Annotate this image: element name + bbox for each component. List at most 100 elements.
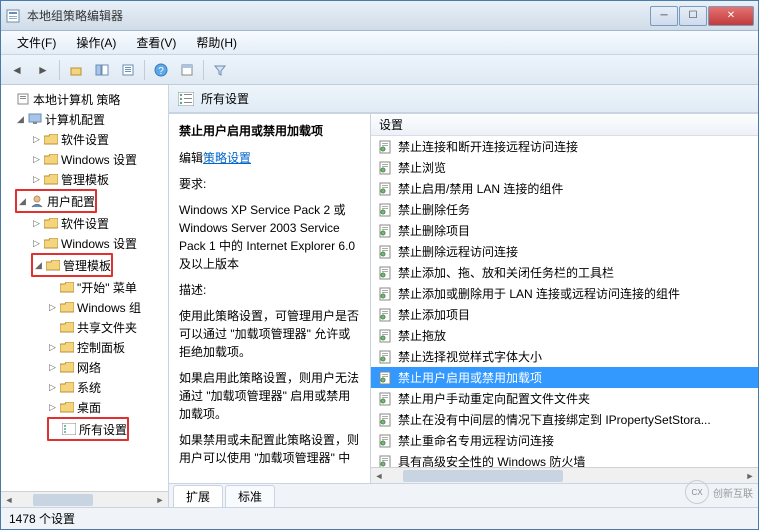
list-item[interactable]: 禁止重命名专用远程访问连接 xyxy=(371,430,758,451)
list-item-label: 禁止拖放 xyxy=(398,327,446,344)
help-button[interactable]: ? xyxy=(149,58,173,82)
toolbar: ◄ ► ? xyxy=(1,55,758,85)
policy-setting-icon xyxy=(377,182,393,196)
tree-desktop[interactable]: ▷ 桌面 xyxy=(1,397,168,417)
folder-icon xyxy=(43,131,59,147)
list-item-label: 禁止删除任务 xyxy=(398,201,470,218)
list-item[interactable]: 禁止删除项目 xyxy=(371,220,758,241)
minimize-button[interactable]: ─ xyxy=(650,6,678,26)
scroll-right-button[interactable]: ► xyxy=(742,471,758,481)
policy-setting-icon xyxy=(377,308,393,322)
tree-user-config[interactable]: ◢ 用户配置 xyxy=(17,191,95,211)
export-list-button[interactable] xyxy=(116,58,140,82)
app-icon xyxy=(5,8,21,24)
watermark: CX 创新互联 xyxy=(685,480,753,504)
tree-start-menu[interactable]: "开始" 菜单 xyxy=(1,277,168,297)
tree-label: 管理模板 xyxy=(63,257,111,274)
folder-icon xyxy=(59,319,75,335)
expand-arrow-icon: ▷ xyxy=(33,154,43,165)
tree-shared-folders[interactable]: 共享文件夹 xyxy=(1,317,168,337)
expand-arrow-icon: ▷ xyxy=(49,362,59,373)
list-item[interactable]: 禁止浏览 xyxy=(371,157,758,178)
filter-button[interactable] xyxy=(208,58,232,82)
tree-label: 软件设置 xyxy=(61,131,109,148)
policy-setting-icon xyxy=(377,161,393,175)
policy-icon xyxy=(15,91,31,107)
list-item[interactable]: 禁止选择视觉样式字体大小 xyxy=(371,346,758,367)
tree-all-settings[interactable]: 所有设置 xyxy=(49,419,127,439)
list-item[interactable]: 禁止添加或删除用于 LAN 连接或远程访问连接的组件 xyxy=(371,283,758,304)
tree-admin-templates-user[interactable]: ◢ 管理模板 xyxy=(33,255,111,275)
tree-label: 计算机配置 xyxy=(45,111,105,128)
folder-icon xyxy=(43,171,59,187)
list-item[interactable]: 禁止用户手动重定向配置文件文件夹 xyxy=(371,388,758,409)
list-item[interactable]: 具有高级安全性的 Windows 防火墙 xyxy=(371,451,758,467)
scrollbar-thumb[interactable] xyxy=(403,470,563,482)
list-item[interactable]: 禁止添加项目 xyxy=(371,304,758,325)
description-text: 使用此策略设置，可管理用户是否可以通过 "加载项管理器" 允许或拒绝加载项。 xyxy=(179,307,360,361)
tree-network[interactable]: ▷ 网络 xyxy=(1,357,168,377)
forward-button[interactable]: ► xyxy=(31,58,55,82)
tab-strip: 扩展 标准 xyxy=(169,483,758,507)
menu-view[interactable]: 查看(V) xyxy=(126,32,186,53)
tree-windows-settings-user[interactable]: ▷ Windows 设置 xyxy=(1,233,168,253)
policy-setting-icon xyxy=(377,140,393,154)
up-button[interactable] xyxy=(64,58,88,82)
menu-file[interactable]: 文件(F) xyxy=(7,32,66,53)
tree-root[interactable]: 本地计算机 策略 xyxy=(1,89,168,109)
tree-computer-config[interactable]: ◢ 计算机配置 xyxy=(1,109,168,129)
toolbar-separator xyxy=(59,60,60,80)
tree-label: 控制面板 xyxy=(77,339,125,356)
tree-label: Windows 设置 xyxy=(61,235,137,252)
tree-software-settings-user[interactable]: ▷ 软件设置 xyxy=(1,213,168,233)
list-column-header[interactable]: 设置 xyxy=(371,114,758,136)
properties-button[interactable] xyxy=(175,58,199,82)
list-item[interactable]: 禁止删除任务 xyxy=(371,199,758,220)
close-button[interactable]: ✕ xyxy=(708,6,754,26)
tree-system[interactable]: ▷ 系统 xyxy=(1,377,168,397)
scroll-right-button[interactable]: ► xyxy=(152,495,168,505)
user-icon xyxy=(29,193,45,209)
detail-panel: 禁止用户启用或禁用加载项 编辑策略设置 要求: Windows XP Servi… xyxy=(169,114,371,483)
list-item[interactable]: 禁止拖放 xyxy=(371,325,758,346)
right-pane-header: 所有设置 xyxy=(169,85,758,113)
maximize-button[interactable]: ☐ xyxy=(679,6,707,26)
policy-setting-icon xyxy=(377,413,393,427)
scroll-left-button[interactable]: ◄ xyxy=(371,471,387,481)
tree-admin-templates[interactable]: ▷ 管理模板 xyxy=(1,169,168,189)
list-item[interactable]: 禁止添加、拖、放和关闭任务栏的工具栏 xyxy=(371,262,758,283)
show-hide-tree-button[interactable] xyxy=(90,58,114,82)
list-item[interactable]: 禁止删除远程访问连接 xyxy=(371,241,758,262)
list-item-label: 禁止选择视觉样式字体大小 xyxy=(398,348,542,365)
statusbar: 1478 个设置 xyxy=(1,507,758,529)
scrollbar-thumb[interactable] xyxy=(33,494,93,506)
tree-control-panel[interactable]: ▷ 控制面板 xyxy=(1,337,168,357)
tree-software-settings[interactable]: ▷ 软件设置 xyxy=(1,129,168,149)
list-item[interactable]: 禁止在没有中间层的情况下直接绑定到 IPropertySetStora... xyxy=(371,409,758,430)
folder-icon xyxy=(43,215,59,231)
list-item[interactable]: 禁止启用/禁用 LAN 连接的组件 xyxy=(371,178,758,199)
list-item-label: 禁止在没有中间层的情况下直接绑定到 IPropertySetStora... xyxy=(398,411,711,428)
description-text: 如果禁用或未配置此策略设置，则用户可以使用 "加载项管理器" 中 xyxy=(179,431,360,467)
policy-setting-icon xyxy=(377,455,393,468)
expand-arrow-icon: ▷ xyxy=(49,402,59,413)
settings-list: 禁止连接和断开连接远程访问连接禁止浏览禁止启用/禁用 LAN 连接的组件禁止删除… xyxy=(371,136,758,467)
policy-setting-icon xyxy=(377,266,393,280)
policy-setting-icon xyxy=(377,434,393,448)
tab-extended[interactable]: 扩展 xyxy=(173,485,223,507)
list-item[interactable]: 禁止连接和断开连接远程访问连接 xyxy=(371,136,758,157)
list-item[interactable]: 禁止用户启用或禁用加载项 xyxy=(371,367,758,388)
expand-arrow-icon: ▷ xyxy=(33,218,43,229)
tree-windows-components[interactable]: ▷ Windows 组 xyxy=(1,297,168,317)
tree-windows-settings[interactable]: ▷ Windows 设置 xyxy=(1,149,168,169)
tree-label: 软件设置 xyxy=(61,215,109,232)
scroll-left-button[interactable]: ◄ xyxy=(1,495,17,505)
tab-standard[interactable]: 标准 xyxy=(225,485,275,507)
folder-icon xyxy=(43,235,59,251)
back-button[interactable]: ◄ xyxy=(5,58,29,82)
menu-help[interactable]: 帮助(H) xyxy=(186,32,247,53)
edit-prefix: 编辑 xyxy=(179,151,203,165)
menu-action[interactable]: 操作(A) xyxy=(66,32,126,53)
edit-policy-link[interactable]: 策略设置 xyxy=(203,151,251,165)
menubar: 文件(F) 操作(A) 查看(V) 帮助(H) xyxy=(1,31,758,55)
